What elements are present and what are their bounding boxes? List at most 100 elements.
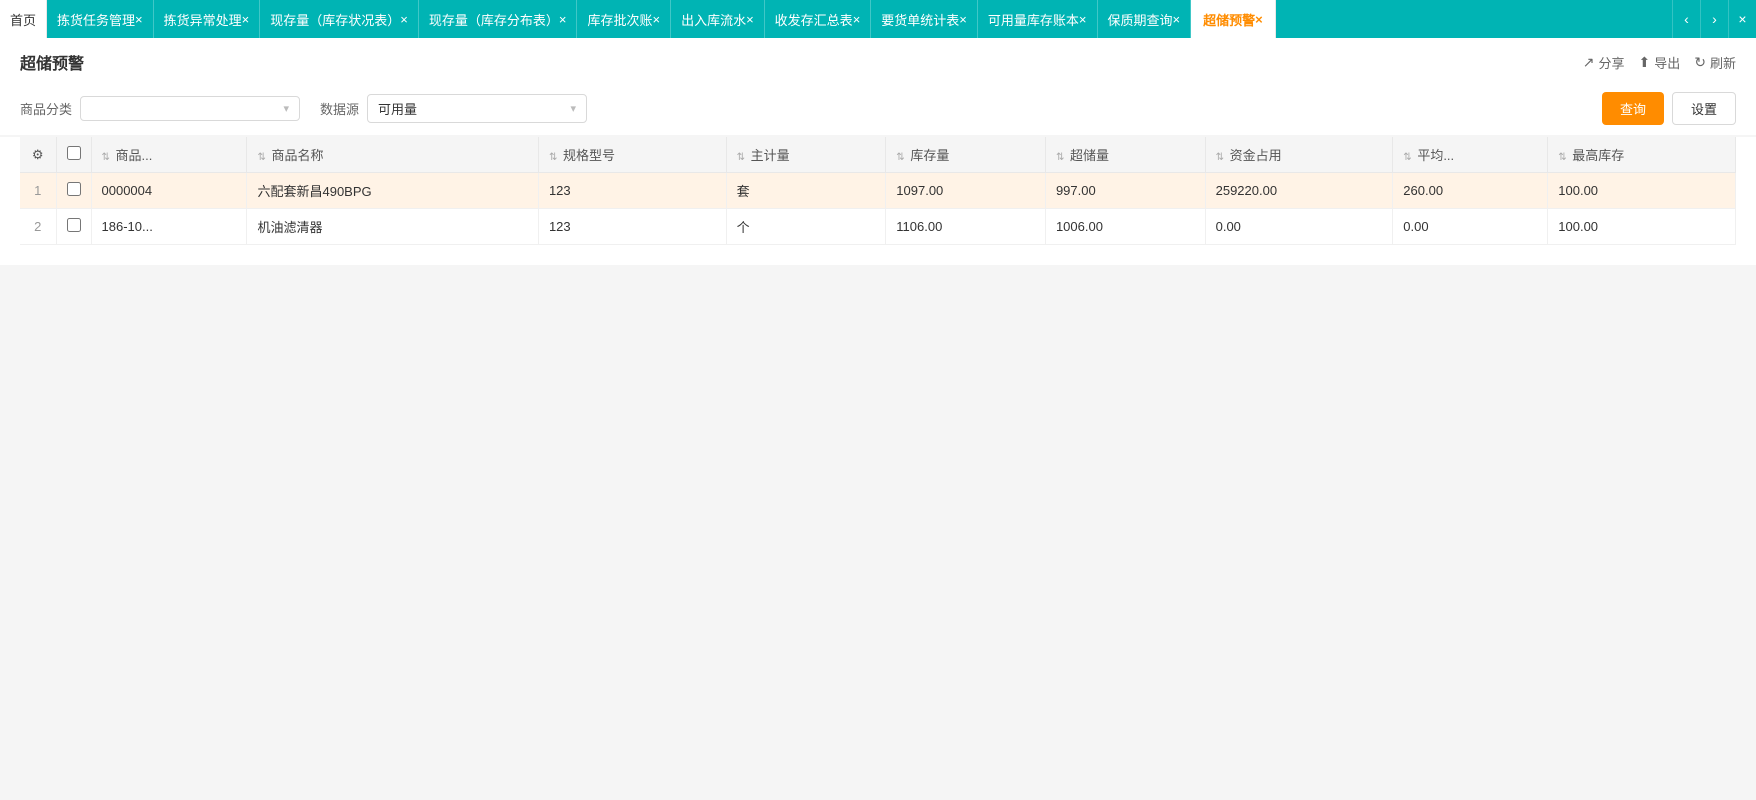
cell-avg: 260.00	[1393, 173, 1548, 209]
category-filter: 商品分类 ▾	[20, 96, 300, 121]
col-gear[interactable]: ⚙	[20, 137, 56, 173]
tab-label: 现存量（库存分布表）	[429, 10, 559, 29]
sort-icon: ⇅	[896, 152, 904, 163]
share-button[interactable]: ↗ 分享	[1583, 53, 1625, 72]
sort-icon: ⇅	[1056, 152, 1064, 163]
tab-close-icon[interactable]: ×	[1255, 12, 1263, 27]
nav-next-button[interactable]: ›	[1700, 0, 1728, 38]
sort-icon: ⇅	[257, 152, 265, 163]
sort-icon: ⇅	[1403, 152, 1411, 163]
tab-stock-dist[interactable]: 现存量（库存分布表） ×	[419, 0, 578, 38]
cell-max-stock: 100.00	[1548, 173, 1736, 209]
category-select-value	[91, 101, 95, 116]
tab-home[interactable]: 首页	[0, 0, 47, 38]
tab-label: 要货单统计表	[881, 10, 959, 29]
select-all-checkbox[interactable]	[67, 146, 81, 160]
col-capital-used[interactable]: ⇅ 资金占用	[1205, 137, 1393, 173]
category-dropdown-arrow: ▾	[283, 102, 289, 115]
page-title: 超储预警	[20, 50, 84, 74]
category-label: 商品分类	[20, 99, 72, 118]
tab-usable-stock[interactable]: 可用量库存账本 ×	[978, 0, 1098, 38]
cell-product-name: 机油滤清器	[247, 209, 538, 245]
refresh-icon: ↻	[1694, 54, 1706, 71]
col-spec[interactable]: ⇅ 规格型号	[538, 137, 726, 173]
export-icon: ⬆	[1639, 54, 1651, 71]
tab-label: 拣货任务管理	[57, 10, 135, 29]
cell-product-code: 0000004	[91, 173, 247, 209]
tab-abnormal[interactable]: 拣货异常处理 ×	[154, 0, 261, 38]
tab-label: 库存批次账	[587, 10, 652, 29]
tab-label: 拣货异常处理	[164, 10, 242, 29]
cell-capital-used: 259220.00	[1205, 173, 1393, 209]
datasource-value: 可用量	[378, 99, 417, 118]
cell-product-name: 六配套新昌490BPG	[247, 173, 538, 209]
col-avg[interactable]: ⇅ 平均...	[1393, 137, 1548, 173]
tab-close-icon[interactable]: ×	[1173, 12, 1181, 27]
tab-close-icon[interactable]: ×	[853, 12, 861, 27]
cell-product-code: 186-10...	[91, 209, 247, 245]
tab-label: 保质期查询	[1108, 10, 1173, 29]
tab-recv-send[interactable]: 收发存汇总表 ×	[765, 0, 872, 38]
sort-icon: ⇅	[102, 152, 110, 163]
col-checkbox	[56, 137, 91, 173]
tab-label: 现存量（库存状况表）	[270, 10, 400, 29]
tab-home-label: 首页	[10, 10, 36, 29]
cell-spec: 123	[538, 173, 726, 209]
col-stock-qty[interactable]: ⇅ 库存量	[886, 137, 1046, 173]
navigation-bar: 首页 拣货任务管理 × 拣货异常处理 × 现存量（库存状况表） × 现存量（库存…	[0, 0, 1756, 38]
tab-overstock[interactable]: 超储预警 ×	[1191, 0, 1276, 38]
row-number: 1	[20, 173, 56, 209]
sort-icon: ⇅	[737, 152, 745, 163]
tab-quality-check[interactable]: 保质期查询 ×	[1098, 0, 1192, 38]
tab-close-icon[interactable]: ×	[959, 12, 967, 27]
tab-label: 可用量库存账本	[988, 10, 1079, 29]
col-product-code[interactable]: ⇅ 商品...	[91, 137, 247, 173]
tab-task-mgmt[interactable]: 拣货任务管理 ×	[47, 0, 154, 38]
tab-close-icon[interactable]: ×	[559, 12, 567, 27]
cell-stock-qty: 1106.00	[886, 209, 1046, 245]
col-max-stock[interactable]: ⇅ 最高库存	[1548, 137, 1736, 173]
table-body: 1 0000004 六配套新昌490BPG 123 套 1097.00 997.…	[20, 173, 1736, 245]
cell-max-stock: 100.00	[1548, 209, 1736, 245]
datasource-select[interactable]: 可用量 ▾	[367, 94, 587, 123]
cell-avg: 0.00	[1393, 209, 1548, 245]
col-unit[interactable]: ⇅ 主计量	[726, 137, 886, 173]
tab-close-icon[interactable]: ×	[400, 12, 408, 27]
row-checkbox[interactable]	[67, 218, 81, 232]
tab-stock-status[interactable]: 现存量（库存状况表） ×	[260, 0, 419, 38]
gear-icon: ⚙	[32, 147, 44, 162]
tab-batch-account[interactable]: 库存批次账 ×	[577, 0, 671, 38]
row-checkbox-cell[interactable]	[56, 209, 91, 245]
nav-close-button[interactable]: ×	[1728, 0, 1756, 38]
header-actions: ↗ 分享 ⬆ 导出 ↻ 刷新	[1583, 53, 1736, 72]
tab-close-icon[interactable]: ×	[652, 12, 660, 27]
share-label: 分享	[1598, 53, 1624, 72]
page-header: 超储预警 ↗ 分享 ⬆ 导出 ↻ 刷新	[0, 38, 1756, 82]
datasource-label: 数据源	[320, 99, 359, 118]
cell-overstock-qty: 997.00	[1045, 173, 1205, 209]
tab-label: 出入库流水	[681, 10, 746, 29]
col-overstock-qty[interactable]: ⇅ 超储量	[1045, 137, 1205, 173]
cell-unit: 个	[726, 209, 886, 245]
sort-icon: ⇅	[1558, 152, 1566, 163]
nav-prev-button[interactable]: ‹	[1672, 0, 1700, 38]
col-product-name[interactable]: ⇅ 商品名称	[247, 137, 538, 173]
cell-capital-used: 0.00	[1205, 209, 1393, 245]
tab-close-icon[interactable]: ×	[242, 12, 250, 27]
settings-button[interactable]: 设置	[1672, 92, 1736, 125]
tab-order-stats[interactable]: 要货单统计表 ×	[871, 0, 978, 38]
tab-close-icon[interactable]: ×	[135, 12, 143, 27]
tab-label: 超储预警	[1203, 10, 1255, 29]
tab-close-icon[interactable]: ×	[1079, 12, 1087, 27]
tab-inout-flow[interactable]: 出入库流水 ×	[671, 0, 765, 38]
row-checkbox-cell[interactable]	[56, 173, 91, 209]
refresh-button[interactable]: ↻ 刷新	[1694, 53, 1736, 72]
export-button[interactable]: ⬆ 导出	[1639, 53, 1681, 72]
row-checkbox[interactable]	[67, 182, 81, 196]
tab-close-icon[interactable]: ×	[746, 12, 754, 27]
datasource-dropdown-arrow: ▾	[571, 102, 577, 115]
nav-end-buttons: ‹ › ×	[1672, 0, 1756, 38]
category-select[interactable]: ▾	[80, 96, 300, 121]
refresh-label: 刷新	[1710, 53, 1736, 72]
query-button[interactable]: 查询	[1602, 92, 1664, 125]
